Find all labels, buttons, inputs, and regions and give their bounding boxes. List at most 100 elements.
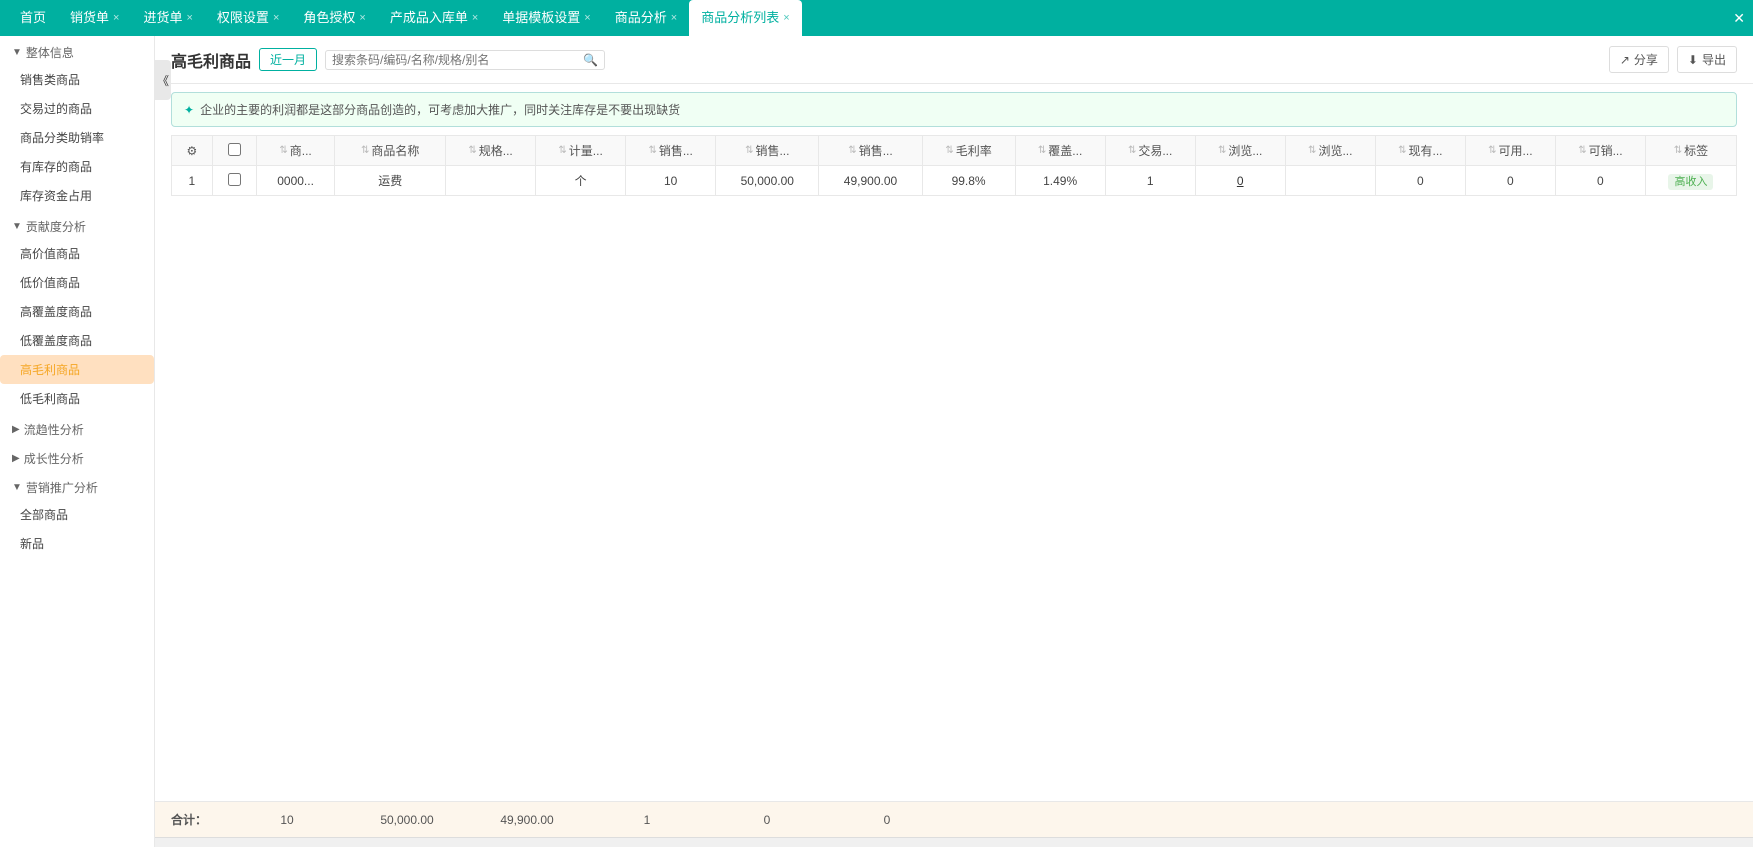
- sidebar-group-title-1[interactable]: ▼贡献度分析: [0, 210, 154, 239]
- col-header-gross_margin[interactable]: ⇅毛利率: [922, 136, 1015, 166]
- nav-item-7[interactable]: 商品分析 ×: [603, 0, 689, 36]
- sidebar-item-0-3[interactable]: 有库存的商品: [0, 152, 154, 181]
- content-area: 高毛利商品 近一月 🔍 ↗ 分享 ⬇ 导出 ✦ 企业的主要的利润都是这部分商品创…: [155, 36, 1753, 847]
- sidebar-group-3: ▶成长性分析: [0, 442, 154, 471]
- share-button[interactable]: ↗ 分享: [1609, 46, 1669, 73]
- nav-close-icon-5[interactable]: ×: [472, 0, 478, 36]
- col-label-17: 标签: [1684, 142, 1708, 159]
- sidebar-group-title-0[interactable]: ▼整体信息: [0, 36, 154, 65]
- sort-icon-3: ⇅: [361, 145, 369, 156]
- sort-icon-2: ⇅: [279, 145, 287, 156]
- sort-icon-8: ⇅: [848, 145, 856, 156]
- nav-close-icon-2[interactable]: ×: [186, 0, 192, 36]
- col-label-6: 销售...: [659, 142, 693, 159]
- cell-sales_qty: 10: [626, 166, 716, 196]
- sidebar-group-1: ▼贡献度分析高价值商品低价值商品高覆盖度商品低覆盖度商品高毛利商品低毛利商品: [0, 210, 154, 413]
- sidebar-item-1-4[interactable]: 高毛利商品: [0, 355, 154, 384]
- sort-icon-9: ⇅: [945, 145, 953, 156]
- col-header-sales_profit[interactable]: ⇅销售...: [819, 136, 922, 166]
- nav-item-2[interactable]: 进货单 ×: [131, 0, 204, 36]
- col-header-coverage[interactable]: ⇅覆盖...: [1015, 136, 1105, 166]
- col-label-9: 毛利率: [956, 142, 992, 159]
- sidebar-group-title-2[interactable]: ▶流趋性分析: [0, 413, 154, 442]
- col-header-available[interactable]: ⇅可用...: [1465, 136, 1555, 166]
- col-header-current[interactable]: ⇅现有...: [1375, 136, 1465, 166]
- search-box: 🔍: [325, 50, 605, 70]
- cell-available: 0: [1465, 166, 1555, 196]
- info-icon: ✦: [184, 103, 194, 117]
- settings-icon[interactable]: ⚙: [186, 144, 197, 158]
- nav-item-0[interactable]: 首页: [8, 0, 58, 36]
- col-label-14: 现有...: [1408, 142, 1442, 159]
- sidebar-item-0-0[interactable]: 销售类商品: [0, 65, 154, 94]
- col-header-checkbox[interactable]: [212, 136, 256, 166]
- sidebar-item-4-0[interactable]: 全部商品: [0, 500, 154, 529]
- nav-item-6[interactable]: 单据模板设置 ×: [490, 0, 602, 36]
- sort-icon-4: ⇅: [468, 145, 476, 156]
- page-title: 高毛利商品: [171, 48, 251, 72]
- col-header-spec[interactable]: ⇅规格...: [446, 136, 536, 166]
- sidebar-group-title-4[interactable]: ▼营销推广分析: [0, 471, 154, 500]
- nav-item-8[interactable]: 商品分析列表 ×: [689, 0, 801, 36]
- nav-item-3[interactable]: 权限设置 ×: [205, 0, 291, 36]
- search-icon[interactable]: 🔍: [583, 53, 598, 67]
- nav-item-1[interactable]: 销货单 ×: [58, 0, 131, 36]
- sidebar-item-1-2[interactable]: 高覆盖度商品: [0, 297, 154, 326]
- nav-item-4[interactable]: 角色授权 ×: [291, 0, 377, 36]
- sidebar-toggle-button[interactable]: 《: [155, 60, 171, 100]
- sort-icon-13: ⇅: [1308, 145, 1316, 156]
- nav-close-icon-1[interactable]: ×: [113, 0, 119, 36]
- cell-name: 运费: [335, 166, 446, 196]
- sidebar-item-0-2[interactable]: 商品分类助销率: [0, 123, 154, 152]
- close-icon[interactable]: ✕: [1733, 10, 1745, 27]
- col-header-browse2[interactable]: ⇅浏览...: [1285, 136, 1375, 166]
- sort-icon-6: ⇅: [648, 145, 656, 156]
- sidebar-item-4-1[interactable]: 新品: [0, 529, 154, 558]
- col-header-sellable[interactable]: ⇅可销...: [1555, 136, 1645, 166]
- col-header-sales_amount[interactable]: ⇅销售...: [716, 136, 819, 166]
- nav-close-icon-8[interactable]: ×: [783, 0, 789, 36]
- sidebar-item-0-4[interactable]: 库存资金占用: [0, 181, 154, 210]
- nav-close-icon-7[interactable]: ×: [671, 0, 677, 36]
- filter-button[interactable]: 近一月: [259, 48, 317, 71]
- col-header-unit[interactable]: ⇅计量...: [536, 136, 626, 166]
- cell-tag: 高收入: [1645, 166, 1736, 196]
- export-button[interactable]: ⬇ 导出: [1677, 46, 1737, 73]
- sort-icon-7: ⇅: [745, 145, 753, 156]
- nav-item-5[interactable]: 产成品入库单 ×: [378, 0, 490, 36]
- browse-link[interactable]: 0: [1237, 174, 1244, 188]
- select-all-checkbox[interactable]: [228, 143, 241, 156]
- bottom-scrollbar[interactable]: [155, 837, 1753, 847]
- nav-close-icon-6[interactable]: ×: [584, 0, 590, 36]
- sidebar-item-1-1[interactable]: 低价值商品: [0, 268, 154, 297]
- content-header: 高毛利商品 近一月 🔍 ↗ 分享 ⬇ 导出: [155, 36, 1753, 84]
- sidebar-item-0-1[interactable]: 交易过的商品: [0, 94, 154, 123]
- col-header-browse1[interactable]: ⇅浏览...: [1195, 136, 1285, 166]
- col-header-name[interactable]: ⇅商品名称: [335, 136, 446, 166]
- col-header-sales_qty[interactable]: ⇅销售...: [626, 136, 716, 166]
- sidebar-item-1-5[interactable]: 低毛利商品: [0, 384, 154, 413]
- cell-checkbox[interactable]: [212, 166, 256, 196]
- sidebar-group-title-3[interactable]: ▶成长性分析: [0, 442, 154, 471]
- search-input[interactable]: [332, 53, 583, 67]
- col-header-settings[interactable]: ⚙: [172, 136, 213, 166]
- nav-close-icon-4[interactable]: ×: [359, 0, 365, 36]
- footer-label: 合计：: [171, 811, 207, 828]
- arrow-icon-1: ▼: [12, 221, 22, 232]
- group-label-2: 流趋性分析: [24, 421, 84, 438]
- col-label-10: 覆盖...: [1048, 142, 1082, 159]
- col-header-tag[interactable]: ⇅标签: [1645, 136, 1736, 166]
- col-header-code[interactable]: ⇅商...: [256, 136, 335, 166]
- arrow-icon-0: ▼: [12, 47, 22, 58]
- sort-icon-10: ⇅: [1038, 145, 1046, 156]
- sidebar-item-1-3[interactable]: 低覆盖度商品: [0, 326, 154, 355]
- arrow-icon-3: ▶: [12, 453, 20, 464]
- nav-close-icon-3[interactable]: ×: [273, 0, 279, 36]
- sort-icon-15: ⇅: [1488, 145, 1496, 156]
- cell-index: 1: [172, 166, 213, 196]
- share-icon: ↗: [1620, 53, 1630, 67]
- cell-browse1[interactable]: 0: [1195, 166, 1285, 196]
- sidebar-item-1-0[interactable]: 高价值商品: [0, 239, 154, 268]
- row-checkbox[interactable]: [228, 173, 241, 186]
- col-header-trade[interactable]: ⇅交易...: [1105, 136, 1195, 166]
